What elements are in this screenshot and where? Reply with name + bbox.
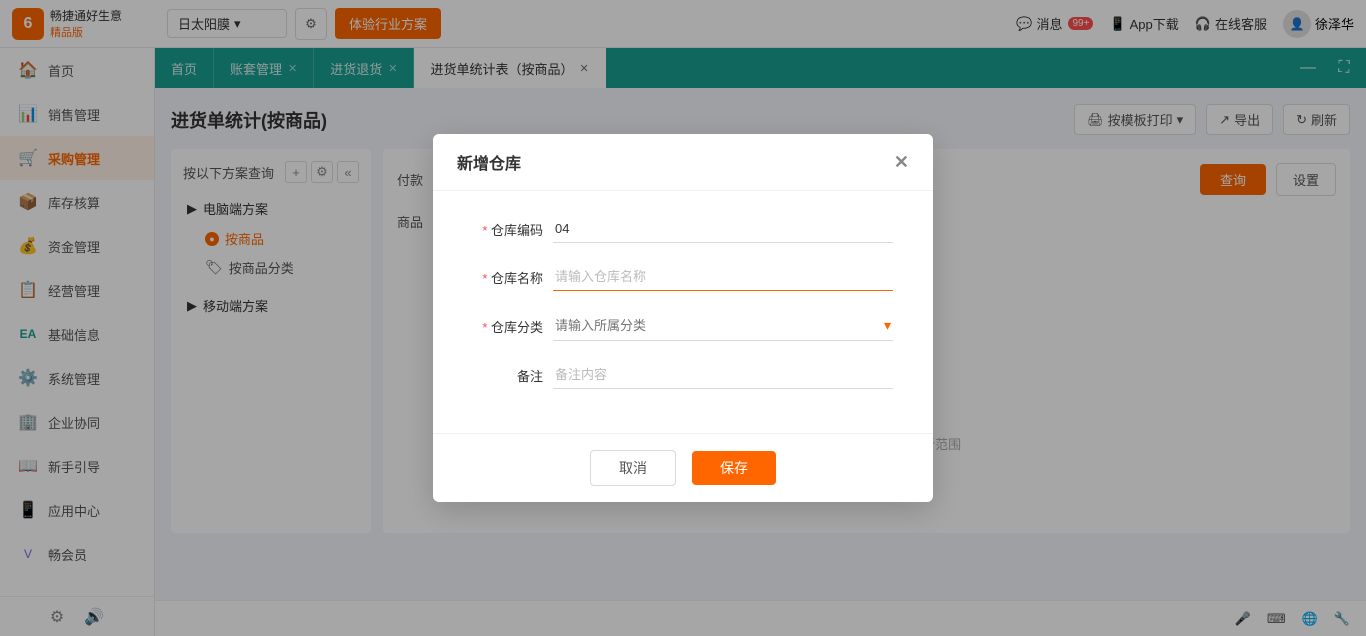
form-row-remark: 备注 [473,361,893,389]
form-row-name: 仓库名称 [473,263,893,291]
name-input[interactable] [553,263,893,291]
category-select[interactable]: ▾ [553,311,893,341]
form-row-category: 仓库分类 ▾ [473,311,893,341]
code-label: 仓库编码 [473,220,553,239]
dialog-footer: 取消 保存 [433,433,933,502]
form-row-code: 仓库编码 [473,215,893,243]
category-input[interactable] [555,318,884,333]
remark-label: 备注 [473,366,553,385]
dialog-overlay: 新增仓库 ✕ 仓库编码 仓库名称 仓库分类 ▾ [0,0,1366,636]
save-button[interactable]: 保存 [692,451,776,485]
dialog-close-button[interactable]: ✕ [894,152,909,173]
new-warehouse-dialog: 新增仓库 ✕ 仓库编码 仓库名称 仓库分类 ▾ [433,134,933,502]
category-label: 仓库分类 [473,317,553,336]
dialog-header: 新增仓库 ✕ [433,134,933,191]
category-dropdown-icon: ▾ [884,317,891,334]
name-label: 仓库名称 [473,268,553,287]
dialog-title: 新增仓库 [457,150,521,174]
remark-input[interactable] [553,361,893,389]
dialog-body: 仓库编码 仓库名称 仓库分类 ▾ 备注 [433,191,933,433]
code-input[interactable] [553,215,893,243]
cancel-button[interactable]: 取消 [590,450,676,486]
